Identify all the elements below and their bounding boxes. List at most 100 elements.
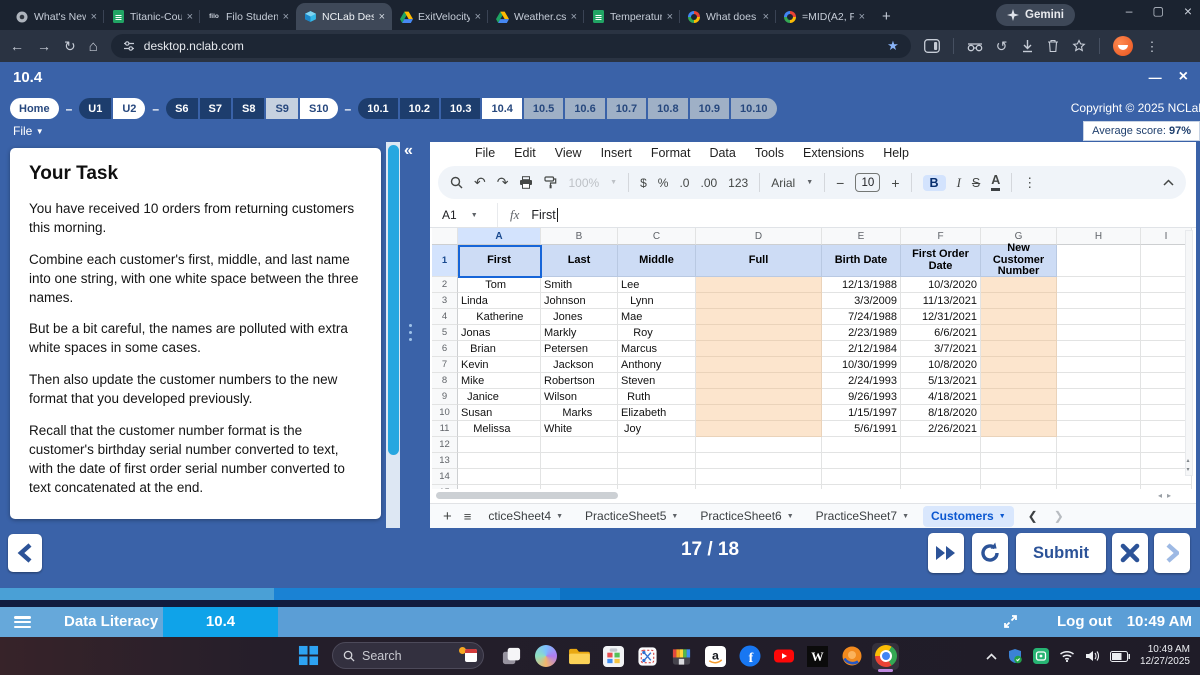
back-icon[interactable]: ← [10, 39, 24, 53]
sheet-tab-customers[interactable]: Customers ▼ [923, 505, 1014, 527]
fullscreen-icon[interactable] [1003, 614, 1018, 629]
cell-new-customer-number[interactable] [981, 373, 1057, 389]
cell-middle[interactable]: Joy [618, 421, 696, 437]
collapse-panel-icon[interactable]: « [404, 142, 413, 160]
cell-full[interactable] [696, 357, 822, 373]
cell-new-customer-number[interactable] [981, 325, 1057, 341]
sheets-menu-edit[interactable]: Edit [514, 146, 536, 160]
cell[interactable] [541, 453, 618, 469]
format-percent-button[interactable]: % [658, 176, 669, 190]
nav-item-home[interactable]: Home [10, 98, 59, 119]
close-icon[interactable]: × [1184, 3, 1192, 19]
cell[interactable] [618, 469, 696, 485]
cell-first-order-date[interactable]: 3/7/2021 [901, 341, 981, 357]
tab-close-icon[interactable]: × [763, 11, 769, 23]
cell[interactable] [981, 485, 1057, 489]
formula-input[interactable]: First [531, 208, 555, 222]
reset-button[interactable] [972, 533, 1008, 573]
cell[interactable] [981, 469, 1057, 485]
cell[interactable] [1057, 453, 1141, 469]
cell-last[interactable]: Jackson [541, 357, 618, 373]
next-sheets-icon[interactable]: ❯ [1054, 509, 1064, 523]
shop-icon[interactable] [668, 643, 695, 670]
next-button[interactable] [1154, 533, 1190, 573]
strikethrough-button[interactable]: S [972, 176, 980, 190]
horizontal-scrollbar-thumb[interactable] [436, 492, 618, 499]
cell[interactable] [901, 437, 981, 453]
cell-first-order-date[interactable]: 5/13/2021 [901, 373, 981, 389]
grid-corner[interactable] [432, 228, 458, 245]
sheets-menu-data[interactable]: Data [709, 146, 735, 160]
browser-tab[interactable]: filo Filo Student × [199, 3, 296, 30]
column-header-B[interactable]: B [541, 228, 618, 245]
name-box[interactable]: A1 ▼ [430, 203, 498, 227]
tab-close-icon[interactable]: × [91, 11, 97, 23]
browser-tab[interactable]: Titanic-Cou × [103, 3, 200, 30]
search-icon[interactable] [450, 176, 463, 189]
weather-widget-icon[interactable] [459, 646, 477, 665]
sheet-tab-practicesheet7[interactable]: PracticeSheet7 ▼ [808, 506, 917, 527]
column-header-F[interactable]: F [901, 228, 981, 245]
scroll-up-icon[interactable]: ▴ [1184, 458, 1192, 465]
nav-item-u1[interactable]: U1 [79, 98, 112, 119]
cell[interactable] [1057, 357, 1141, 373]
row-header-14[interactable]: 14 [432, 469, 458, 485]
cell-full[interactable] [696, 421, 822, 437]
row-header-10[interactable]: 10 [432, 405, 458, 421]
extension-incognito-icon[interactable] [967, 41, 983, 52]
bookmark-star-icon[interactable]: ★ [887, 38, 899, 54]
row-header-8[interactable]: 8 [432, 373, 458, 389]
undo-icon[interactable]: ↶ [474, 174, 486, 191]
tab-close-icon[interactable]: × [667, 11, 673, 23]
cell-last[interactable]: Petersen [541, 341, 618, 357]
cell[interactable] [1057, 277, 1141, 293]
cell-middle[interactable]: Roy [618, 325, 696, 341]
footer-lesson-badge[interactable]: 10.4 [163, 613, 278, 630]
cell[interactable] [696, 453, 822, 469]
cell[interactable] [458, 469, 541, 485]
cell-new-customer-number[interactable] [981, 293, 1057, 309]
fast-forward-button[interactable] [928, 533, 964, 573]
cell[interactable] [458, 485, 541, 489]
nclab-minimize-icon[interactable]: — [1149, 70, 1162, 85]
cell-first[interactable]: Susan [458, 405, 541, 421]
cell-birth-date[interactable]: 9/26/1993 [822, 389, 901, 405]
cell[interactable] [1057, 373, 1141, 389]
row-header-9[interactable]: 9 [432, 389, 458, 405]
address-bar[interactable]: desktop.nclab.com ★ [110, 34, 911, 58]
cell[interactable] [696, 437, 822, 453]
tab-close-icon[interactable]: × [859, 11, 865, 23]
cell[interactable] [1057, 245, 1141, 277]
youtube-icon[interactable] [770, 643, 797, 670]
nav-item-10-7[interactable]: 10.7 [606, 98, 647, 119]
tab-close-icon[interactable]: × [571, 11, 577, 23]
row-header-1[interactable]: 1 [432, 245, 458, 277]
cell-middle[interactable]: Steven [618, 373, 696, 389]
column-header-D[interactable]: D [696, 228, 822, 245]
cell[interactable] [1057, 341, 1141, 357]
collapse-toolbar-icon[interactable] [1163, 179, 1174, 186]
logout-button[interactable]: Log out [1057, 613, 1112, 630]
task-scrollbar[interactable] [386, 142, 400, 528]
cell-new-customer-number[interactable] [981, 405, 1057, 421]
orange-app-icon[interactable] [838, 643, 865, 670]
header-cell-middle[interactable]: Middle [618, 245, 696, 277]
italic-button[interactable]: I [957, 175, 961, 191]
cell-new-customer-number[interactable] [981, 309, 1057, 325]
cell-birth-date[interactable]: 2/24/1993 [822, 373, 901, 389]
cell[interactable] [541, 469, 618, 485]
cell-first[interactable]: Kevin [458, 357, 541, 373]
font-size-input[interactable]: 10 [855, 173, 881, 192]
row-header-5[interactable]: 5 [432, 325, 458, 341]
cell[interactable] [458, 453, 541, 469]
side-panel-icon[interactable] [923, 39, 940, 53]
header-cell-new-customer-number[interactable]: New Customer Number [981, 243, 1057, 277]
cell[interactable] [901, 469, 981, 485]
browser-tab[interactable]: ExitVelocity × [392, 3, 488, 30]
cell[interactable] [981, 437, 1057, 453]
header-cell-full[interactable]: Full [696, 245, 822, 277]
cell-middle[interactable]: Ruth [618, 389, 696, 405]
cell-middle[interactable]: Marcus [618, 341, 696, 357]
cell-last[interactable]: Wilson [541, 389, 618, 405]
home-icon[interactable]: ⌂ [89, 39, 98, 54]
